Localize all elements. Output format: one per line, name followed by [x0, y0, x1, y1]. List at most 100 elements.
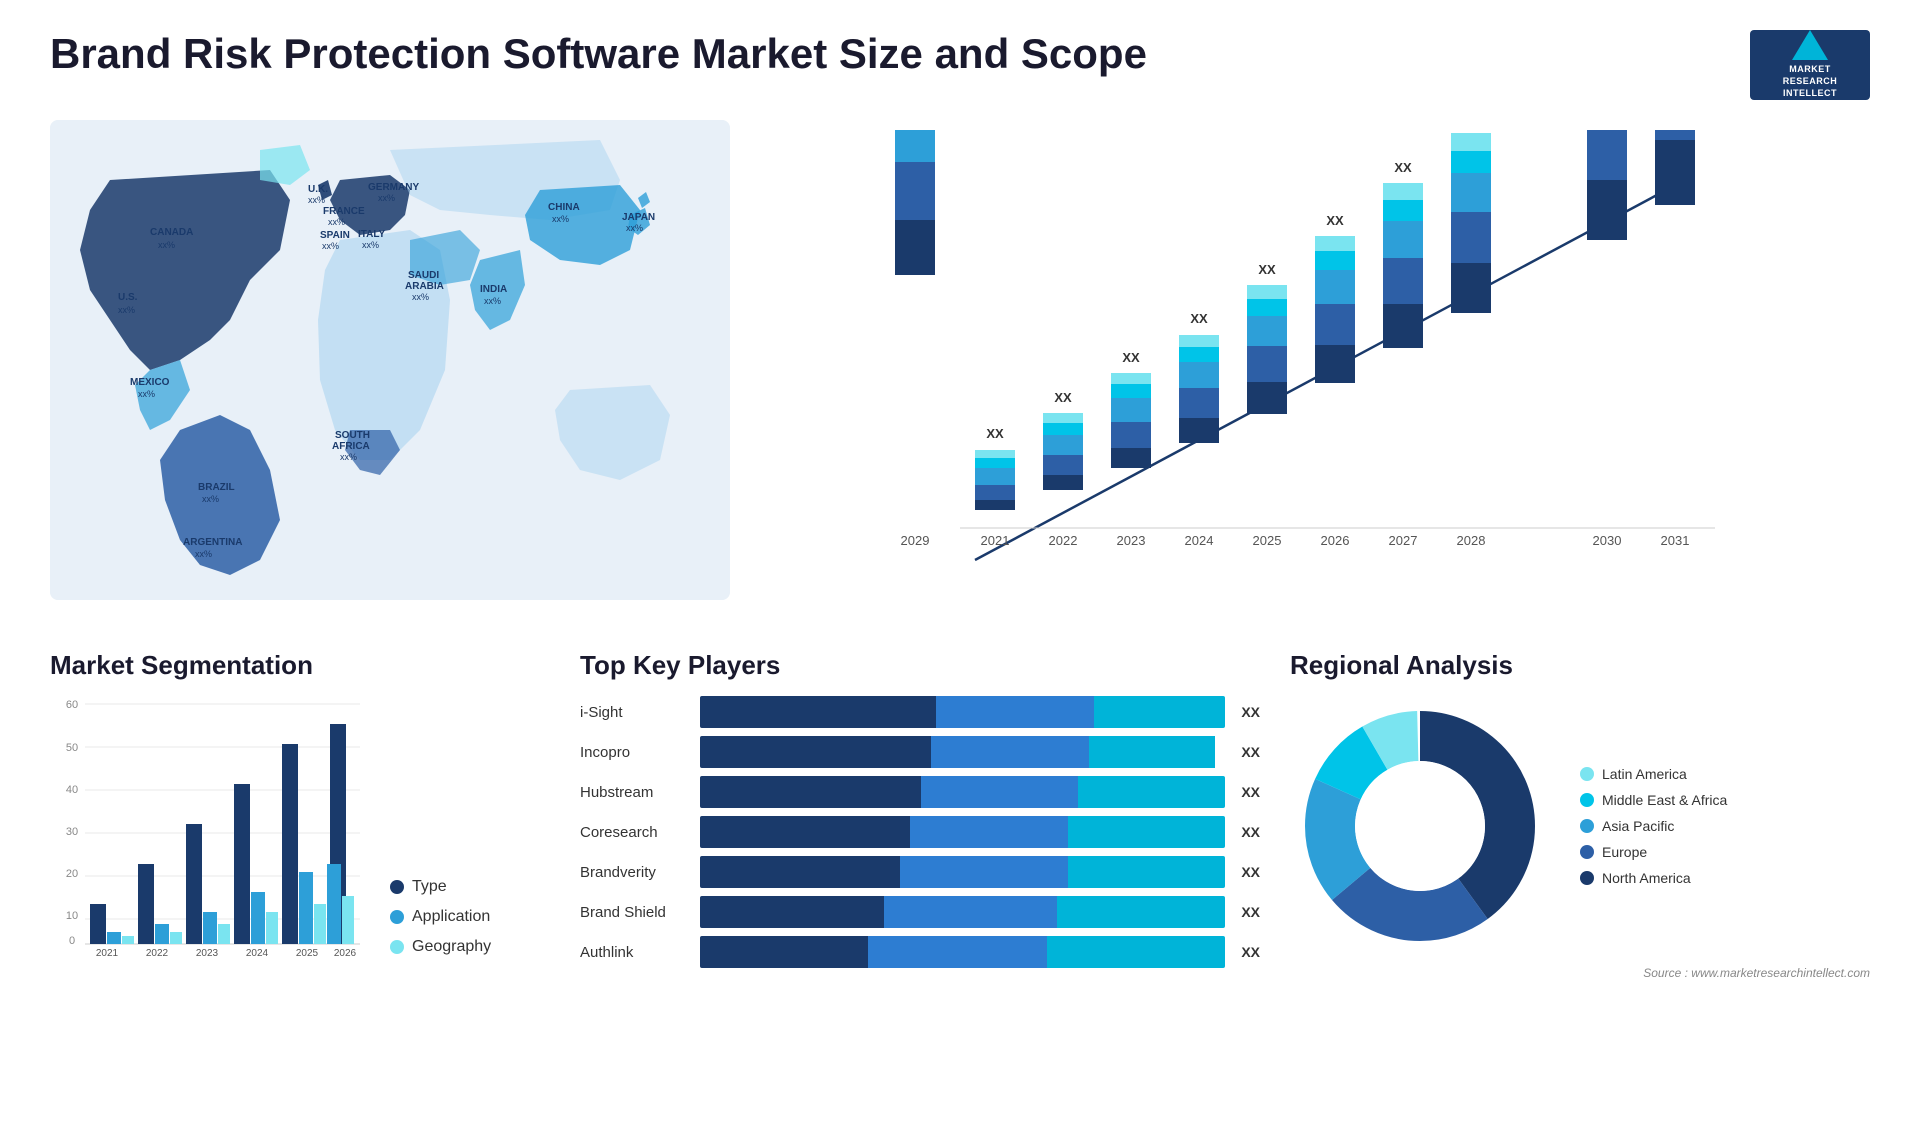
- svg-text:XX: XX: [1394, 160, 1412, 175]
- header: Brand Risk Protection Software Market Si…: [50, 30, 1870, 100]
- svg-text:2025: 2025: [296, 948, 319, 956]
- svg-text:XX: XX: [1258, 262, 1276, 277]
- application-dot: [390, 910, 404, 924]
- svg-text:ARGENTINA: ARGENTINA: [183, 537, 242, 548]
- svg-text:FRANCE: FRANCE: [323, 206, 365, 217]
- player-bar: [700, 856, 1225, 888]
- svg-text:CHINA: CHINA: [548, 202, 580, 213]
- svg-text:2030: 2030: [1593, 533, 1622, 548]
- svg-text:2031: 2031: [1661, 533, 1690, 548]
- svg-text:xx%: xx%: [378, 193, 395, 203]
- svg-text:CANADA: CANADA: [150, 227, 193, 238]
- svg-text:50: 50: [66, 742, 78, 754]
- map-section: CANADA xx% U.S. xx% MEXICO xx% BRAZIL xx…: [50, 120, 730, 620]
- source-text: Source : www.marketresearchintellect.com: [1290, 966, 1870, 980]
- legend-north-america: North America: [1580, 870, 1727, 886]
- svg-text:2028: 2028: [1457, 533, 1486, 548]
- type-label: Type: [412, 878, 447, 896]
- type-dot: [390, 880, 404, 894]
- svg-text:xx%: xx%: [328, 217, 345, 227]
- bar-light: [1094, 696, 1225, 728]
- svg-text:SOUTH: SOUTH: [335, 430, 370, 441]
- bar-light: [1057, 896, 1225, 928]
- player-name: Hubstream: [580, 784, 690, 801]
- svg-text:ITALY: ITALY: [358, 229, 386, 240]
- svg-text:xx%: xx%: [308, 195, 325, 205]
- bar-dark: [700, 816, 910, 848]
- svg-text:xx%: xx%: [552, 214, 569, 224]
- svg-text:2025: 2025: [1253, 533, 1282, 548]
- svg-text:60: 60: [66, 699, 78, 711]
- player-row-incopro: Incopro XX: [580, 736, 1260, 768]
- svg-text:XX: XX: [1054, 390, 1072, 405]
- segmentation-section: Market Segmentation 60 50 40 30 20 10 0: [50, 650, 550, 980]
- bar-dark: [700, 896, 884, 928]
- legend-latin-america: Latin America: [1580, 766, 1727, 782]
- svg-text:xx%: xx%: [158, 240, 175, 250]
- bar-mid: [900, 856, 1068, 888]
- svg-text:xx%: xx%: [202, 494, 219, 504]
- svg-text:GERMANY: GERMANY: [368, 182, 419, 193]
- seg-chart-container: 60 50 40 30 20 10 0: [50, 696, 550, 956]
- page-title: Brand Risk Protection Software Market Si…: [50, 30, 1147, 78]
- seg-legend: Type Application Geography: [390, 878, 491, 956]
- svg-text:2024: 2024: [1185, 533, 1214, 548]
- player-row-brandshield: Brand Shield XX: [580, 896, 1260, 928]
- player-name: Brandverity: [580, 864, 690, 881]
- north-america-dot: [1580, 871, 1594, 885]
- donut-container: Latin America Middle East & Africa Asia …: [1290, 696, 1870, 956]
- svg-text:SPAIN: SPAIN: [320, 230, 350, 241]
- player-bar: [700, 696, 1225, 728]
- svg-text:xx%: xx%: [362, 240, 379, 250]
- segmentation-chart: 60 50 40 30 20 10 0: [50, 696, 370, 956]
- svg-text:xx%: xx%: [195, 549, 212, 559]
- latin-america-label: Latin America: [1602, 766, 1687, 782]
- svg-text:XX: XX: [1326, 213, 1344, 228]
- chart-section: XX 2021 XX 2022: [750, 120, 1870, 620]
- svg-text:2023: 2023: [196, 948, 219, 956]
- player-name: i-Sight: [580, 704, 690, 721]
- svg-text:xx%: xx%: [340, 452, 357, 462]
- geography-dot: [390, 940, 404, 954]
- map-container: CANADA xx% U.S. xx% MEXICO xx% BRAZIL xx…: [50, 120, 730, 600]
- player-row-authlink: Authlink XX: [580, 936, 1260, 968]
- bar-light: [1089, 736, 1215, 768]
- player-value: XX: [1241, 744, 1260, 760]
- svg-text:xx%: xx%: [412, 292, 429, 302]
- bar-mid: [868, 936, 1047, 968]
- svg-text:xx%: xx%: [118, 305, 135, 315]
- player-value: XX: [1241, 784, 1260, 800]
- europe-label: Europe: [1602, 844, 1647, 860]
- growth-chart: XX 2021 XX 2022: [760, 130, 1850, 610]
- logo-area: MARKETRESEARCHINTELLECT: [1750, 30, 1870, 100]
- svg-text:2022: 2022: [146, 948, 169, 956]
- bar-dark: [700, 936, 868, 968]
- svg-text:2021: 2021: [981, 533, 1010, 548]
- bottom-grid: Market Segmentation 60 50 40 30 20 10 0: [50, 650, 1870, 980]
- svg-text:XX: XX: [986, 426, 1004, 441]
- svg-text:ARABIA: ARABIA: [405, 281, 444, 292]
- svg-text:JAPAN: JAPAN: [622, 212, 655, 223]
- svg-text:2021: 2021: [96, 948, 119, 956]
- svg-text:2026: 2026: [1321, 533, 1350, 548]
- donut-chart: [1290, 696, 1550, 956]
- svg-text:MEXICO: MEXICO: [130, 377, 170, 388]
- bar-mid: [936, 696, 1094, 728]
- bar-light: [1078, 776, 1225, 808]
- svg-text:BRAZIL: BRAZIL: [198, 482, 235, 493]
- legend-asia-pacific: Asia Pacific: [1580, 818, 1727, 834]
- main-grid: CANADA xx% U.S. xx% MEXICO xx% BRAZIL xx…: [50, 120, 1870, 980]
- player-bar: [700, 816, 1225, 848]
- svg-text:xx%: xx%: [626, 223, 643, 233]
- legend-item-geography: Geography: [390, 938, 491, 956]
- page: Brand Risk Protection Software Market Si…: [0, 0, 1920, 1146]
- middle-east-africa-dot: [1580, 793, 1594, 807]
- svg-text:10: 10: [66, 910, 78, 922]
- bar-mid: [931, 736, 1089, 768]
- logo-box: MARKETRESEARCHINTELLECT: [1750, 30, 1870, 100]
- svg-text:INDIA: INDIA: [480, 284, 507, 295]
- svg-text:2023: 2023: [1117, 533, 1146, 548]
- player-value: XX: [1241, 944, 1260, 960]
- bar-dark: [700, 856, 900, 888]
- logo-triangle-icon: [1792, 30, 1828, 60]
